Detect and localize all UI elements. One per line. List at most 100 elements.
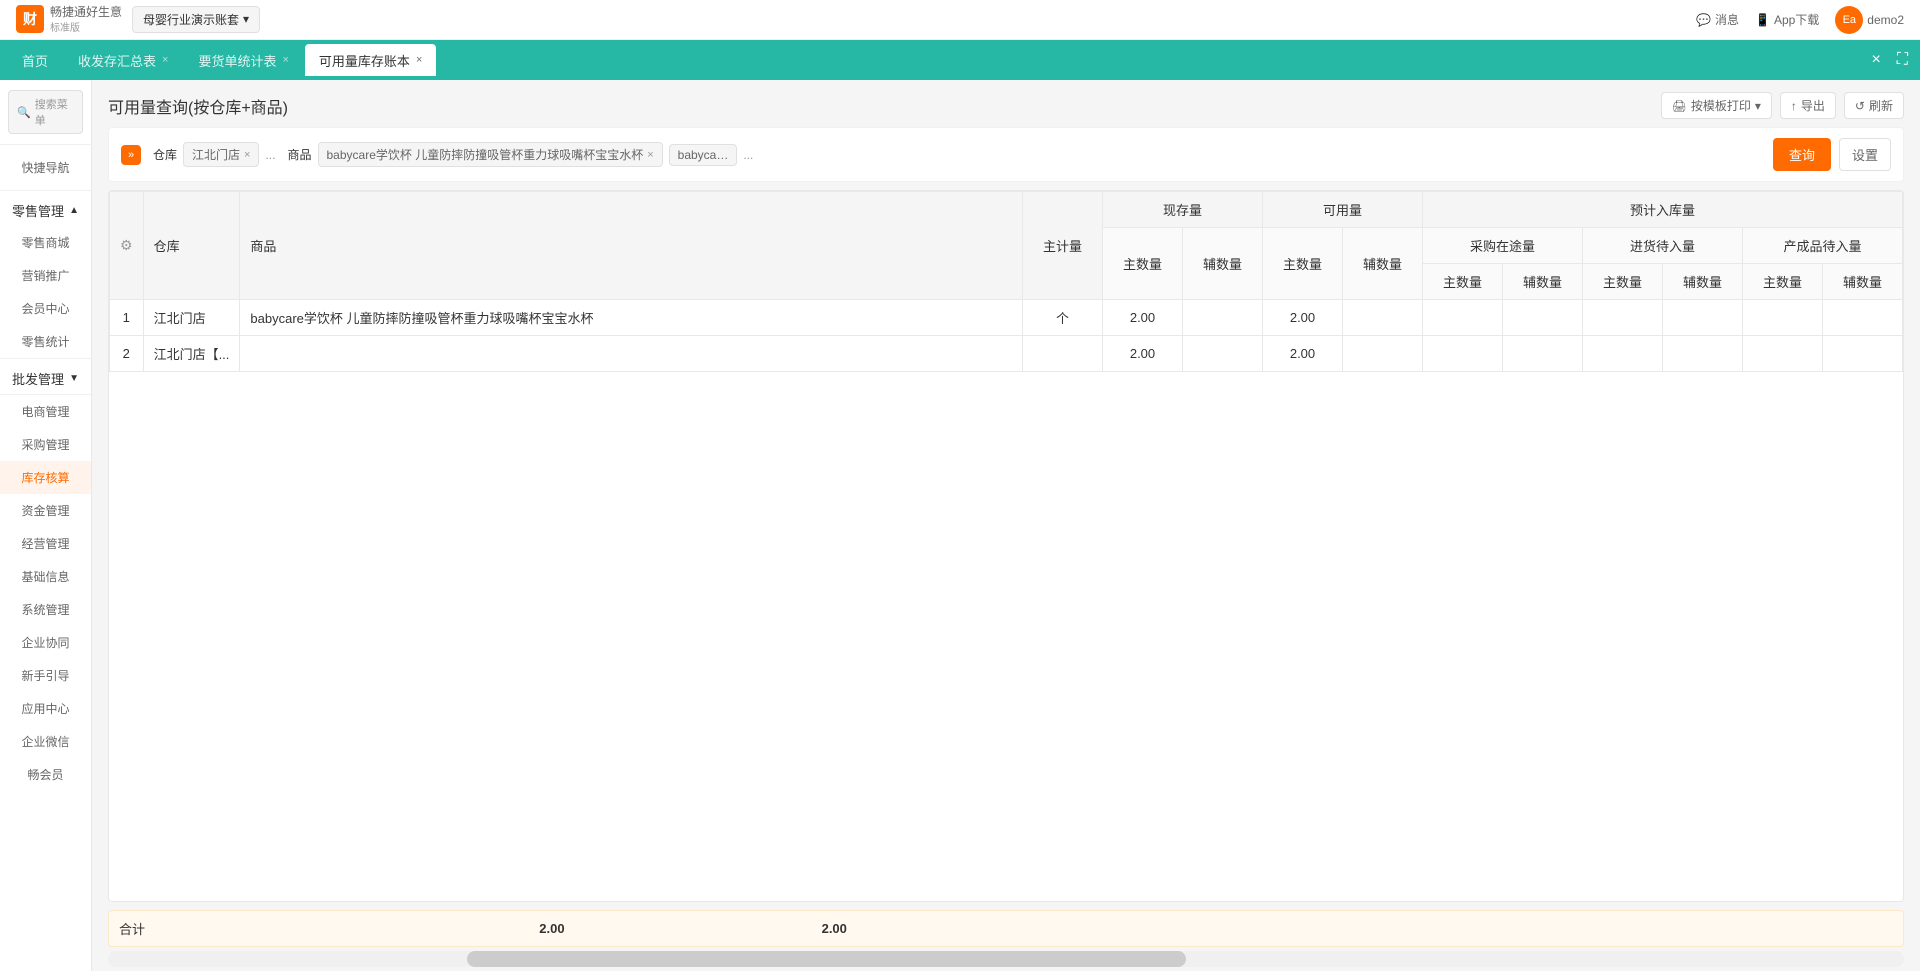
footer-purchase-main — [1046, 921, 1187, 936]
filter-expand-btn[interactable]: » — [121, 145, 141, 165]
close-receive-summary-icon[interactable]: × — [162, 54, 168, 66]
cell-purchase-main — [1423, 300, 1503, 336]
warehouse-tag-close-icon[interactable]: × — [244, 149, 250, 161]
tab-order-stats[interactable]: 要货单统计表 × — [184, 44, 302, 76]
warehouse-tag[interactable]: 江北门店 × — [183, 142, 259, 167]
col-avail-main-header: 主数量 — [1263, 228, 1343, 300]
sidebar-item-app-center[interactable]: 应用中心 — [0, 692, 91, 725]
tab-home[interactable]: 首页 — [8, 44, 62, 76]
chevron-up-icon: ▲ — [69, 205, 79, 216]
col-product-aux-header: 辅数量 — [1823, 264, 1903, 300]
gear-icon[interactable]: ⚙ — [120, 237, 133, 253]
industry-select[interactable]: 母婴行业演示账套 ▾ — [132, 6, 260, 33]
col-stock-group-header: 现存量 — [1103, 192, 1263, 228]
sidebar-item-retail-mall[interactable]: 零售商城 — [0, 226, 91, 259]
tab-available-stock-label: 可用量库存账本 — [319, 51, 410, 70]
message-btn[interactable]: 💬 消息 — [1696, 11, 1739, 28]
sidebar-nav: 快捷导航 — [0, 145, 91, 191]
col-incoming-group-header: 进货待入量 — [1583, 228, 1743, 264]
sidebar-item-system[interactable]: 系统管理 — [0, 593, 91, 626]
cell-warehouse: 江北门店【... — [143, 336, 240, 372]
cell-purchase-main — [1423, 336, 1503, 372]
col-planned-group-header: 预计入库量 — [1423, 192, 1903, 228]
col-purchase-aux-header: 辅数量 — [1503, 264, 1583, 300]
filter-actions: 查询 设置 — [1773, 138, 1891, 171]
cell-product-main — [1743, 336, 1823, 372]
product-tag-1[interactable]: babycare学饮杯 儿童防摔防撞吸管杯重力球吸嘴杯宝宝水杯 × — [318, 142, 663, 167]
sidebar-item-newbie[interactable]: 新手引导 — [0, 659, 91, 692]
user-area[interactable]: Ea demo2 — [1835, 6, 1904, 34]
search-menu-label: 搜索菜单 — [35, 96, 74, 128]
product-label: 商品 — [287, 146, 311, 163]
product-tag-2[interactable]: babyca… — [669, 144, 738, 166]
sidebar: 🔍 搜索菜单 快捷导航 零售管理 ▲ 零售商城 营销推广 会员中心 零售统计 批… — [0, 80, 92, 971]
page-title: 可用量查询(按仓库+商品) — [108, 94, 288, 118]
search-icon: 🔍 — [17, 106, 31, 119]
sidebar-item-member-vip[interactable]: 畅会员 — [0, 758, 91, 791]
content-area: 可用量查询(按仓库+商品) 🖨 按模板打印 ▾ ↑ 导出 ↺ 刷新 — [92, 80, 1920, 971]
table-row: 1 江北门店 babycare学饮杯 儿童防摔防撞吸管杯重力球吸嘴杯宝宝水杯 个… — [110, 300, 1903, 336]
horizontal-scrollbar[interactable] — [108, 951, 1904, 967]
footer-incoming-main — [1328, 921, 1469, 936]
warehouse-more-dots[interactable]: ... — [265, 148, 275, 162]
top-header: 财 畅捷通好生意 标准版 母婴行业演示账套 ▾ 💬 消息 📱 App下载 Ea … — [0, 0, 1920, 40]
sidebar-item-finance[interactable]: 资金管理 — [0, 494, 91, 527]
sidebar-section-retail-header[interactable]: 零售管理 ▲ — [0, 191, 91, 226]
sidebar-item-marketing[interactable]: 营销推广 — [0, 259, 91, 292]
sidebar-item-wechat[interactable]: 企业微信 — [0, 725, 91, 758]
maximize-icon[interactable]: ⛶ — [1893, 47, 1912, 73]
refresh-label: 刷新 — [1869, 97, 1893, 114]
refresh-btn[interactable]: ↺ 刷新 — [1844, 92, 1904, 119]
sidebar-item-quicknav[interactable]: 快捷导航 — [0, 151, 91, 184]
footer-stock-main: 2.00 — [481, 921, 622, 936]
sidebar-item-members[interactable]: 会员中心 — [0, 292, 91, 325]
tab-receive-summary-label: 收发存汇总表 — [78, 51, 156, 70]
tab-available-stock[interactable]: 可用量库存账本 × — [305, 44, 436, 76]
sidebar-item-basic-info[interactable]: 基础信息 — [0, 560, 91, 593]
footer-values: 2.00 2.00 — [199, 921, 1893, 936]
logo-text-block: 畅捷通好生意 标准版 — [50, 5, 122, 34]
export-btn[interactable]: ↑ 导出 — [1780, 92, 1836, 119]
avatar: Ea — [1835, 6, 1863, 34]
sidebar-item-operations[interactable]: 经营管理 — [0, 527, 91, 560]
cell-index: 2 — [110, 336, 144, 372]
download-btn[interactable]: 📱 App下载 — [1755, 11, 1819, 28]
cell-stock-main: 2.00 — [1103, 336, 1183, 372]
logo-area: 财 畅捷通好生意 标准版 — [16, 5, 122, 34]
close-order-stats-icon[interactable]: × — [282, 54, 288, 66]
cell-index: 1 — [110, 300, 144, 336]
sidebar-section-wholesale-header[interactable]: 批发管理 ▼ — [0, 359, 91, 394]
sidebar-item-ecommerce[interactable]: 电商管理 — [0, 395, 91, 428]
settings-btn[interactable]: 设置 — [1839, 138, 1891, 171]
close-all-icon[interactable]: × — [1867, 47, 1884, 73]
col-product-group-header: 产成品待入量 — [1743, 228, 1903, 264]
sidebar-item-enterprise[interactable]: 企业协同 — [0, 626, 91, 659]
export-icon: ↑ — [1791, 99, 1797, 113]
sidebar-search-area: 🔍 搜索菜单 — [0, 80, 91, 145]
close-available-stock-icon[interactable]: × — [416, 54, 422, 66]
sidebar-section-retail-label: 零售管理 — [12, 201, 64, 220]
cell-incoming-main — [1583, 300, 1663, 336]
chevron-down-icon: ▾ — [243, 12, 249, 26]
search-menu-btn[interactable]: 🔍 搜索菜单 — [8, 90, 83, 134]
tab-receive-summary[interactable]: 收发存汇总表 × — [64, 44, 182, 76]
header-left: 财 畅捷通好生意 标准版 母婴行业演示账套 ▾ — [16, 5, 260, 34]
industry-label: 母婴行业演示账套 — [143, 11, 239, 28]
product-filter: 商品 babycare学饮杯 儿童防摔防撞吸管杯重力球吸嘴杯宝宝水杯 × bab… — [287, 142, 753, 167]
product-tag-1-close-icon[interactable]: × — [647, 149, 653, 161]
message-icon: 💬 — [1696, 13, 1711, 27]
footer-product-main — [1611, 921, 1752, 936]
sidebar-item-purchase[interactable]: 采购管理 — [0, 428, 91, 461]
scrollbar-thumb[interactable] — [467, 951, 1185, 967]
col-purchase-main-header: 主数量 — [1423, 264, 1503, 300]
table-row: 2 江北门店【... 2.00 2.00 — [110, 336, 1903, 372]
print-btn[interactable]: 🖨 按模板打印 ▾ — [1661, 92, 1772, 119]
cell-stock-aux — [1183, 336, 1263, 372]
sidebar-item-retail-stats[interactable]: 零售统计 — [0, 325, 91, 358]
product-more-dots[interactable]: ... — [743, 148, 753, 162]
cell-product — [240, 336, 1023, 372]
sidebar-item-inventory[interactable]: 库存核算 — [0, 461, 91, 494]
sidebar-section-retail: 零售管理 ▲ 零售商城 营销推广 会员中心 零售统计 — [0, 191, 91, 359]
export-label: 导出 — [1801, 97, 1825, 114]
query-btn[interactable]: 查询 — [1773, 138, 1831, 171]
